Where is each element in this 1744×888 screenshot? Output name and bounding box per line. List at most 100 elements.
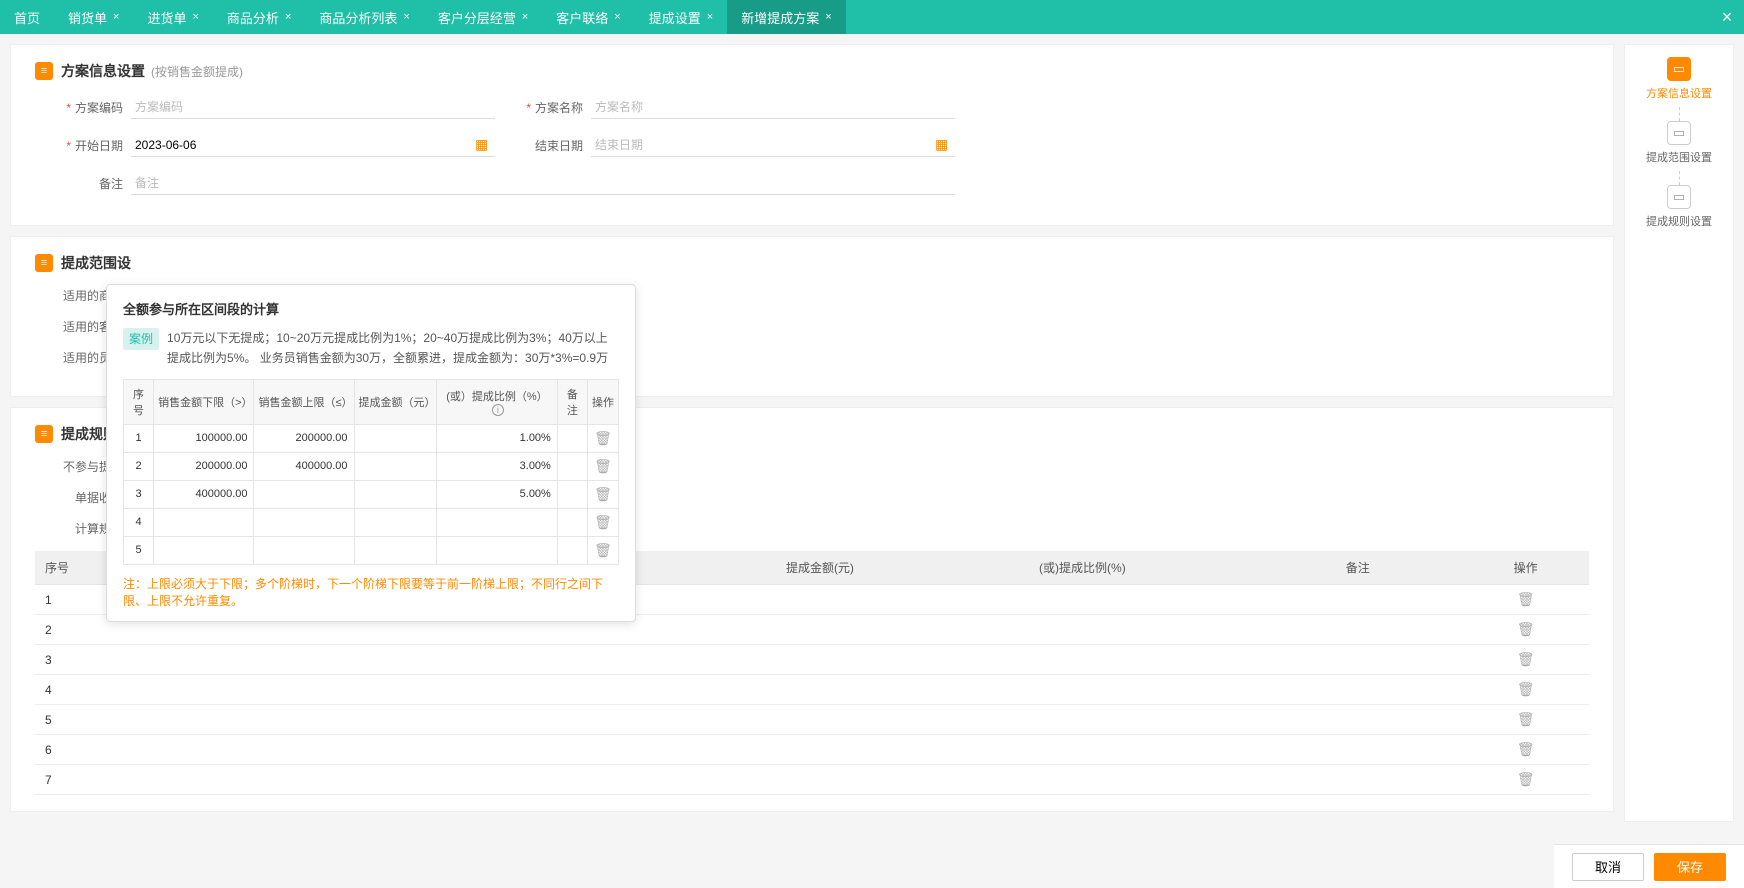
cell[interactable] — [1029, 615, 1336, 645]
cell[interactable] — [1029, 705, 1336, 735]
tab-5[interactable]: 客户分层经营× — [424, 0, 542, 34]
cell — [154, 536, 254, 564]
tab-4[interactable]: 商品分析列表 × — [305, 0, 423, 34]
tooltip-popover: 全额参与所在区间段的计算 案例 10万元以下无提成；10~20万元提成比例为1%… — [106, 284, 636, 622]
cell[interactable] — [1029, 645, 1336, 675]
cell[interactable] — [1336, 735, 1463, 765]
input-plan-name[interactable] — [591, 95, 955, 119]
cell — [557, 508, 587, 536]
delete-icon[interactable]: 🗑 — [1517, 741, 1535, 757]
close-icon[interactable]: × — [113, 11, 119, 23]
delete-icon[interactable]: 🗑 — [594, 542, 612, 558]
close-icon[interactable]: × — [707, 11, 713, 23]
delete-icon[interactable]: 🗑 — [1517, 771, 1535, 787]
delete-icon[interactable]: 🗑 — [594, 486, 612, 502]
footer-bar: 取消 保存 — [1554, 844, 1744, 888]
cell[interactable] — [776, 765, 1029, 795]
close-icon[interactable]: × — [825, 11, 831, 23]
tab-1[interactable]: 销货单× — [54, 0, 133, 34]
close-icon[interactable]: × — [403, 11, 409, 23]
step-connector — [1679, 171, 1680, 185]
cell[interactable] — [776, 585, 1029, 615]
calendar-icon[interactable]: ▦ — [475, 136, 491, 152]
col-header: 备注 — [1336, 551, 1463, 585]
cell[interactable] — [776, 615, 1029, 645]
cell — [557, 480, 587, 508]
table-row[interactable]: 4🗑 — [35, 675, 1589, 705]
table-row[interactable]: 5🗑 — [35, 705, 1589, 735]
cell[interactable] — [162, 645, 470, 675]
cell-seq: 5 — [35, 705, 162, 735]
cell[interactable] — [1336, 675, 1463, 705]
delete-icon[interactable]: 🗑 — [594, 514, 612, 530]
save-button[interactable]: 保存 — [1654, 853, 1726, 881]
tab-label: 商品分析列表 — [319, 8, 397, 27]
cell[interactable] — [469, 705, 776, 735]
cell[interactable] — [469, 645, 776, 675]
delete-icon[interactable]: 🗑 — [594, 458, 612, 474]
close-icon[interactable]: × — [614, 11, 620, 23]
tab-7[interactable]: 提成设置× — [635, 0, 727, 34]
delete-icon[interactable]: 🗑 — [1517, 651, 1535, 667]
side-nav: ▭方案信息设置 ▭提成范围设置 ▭提成规则设置 — [1624, 44, 1734, 822]
delete-icon[interactable]: 🗑 — [1517, 681, 1535, 697]
input-plan-code[interactable] — [131, 95, 495, 119]
cell[interactable] — [162, 735, 470, 765]
cell: 100000.00 — [154, 424, 254, 452]
tab-8[interactable]: 新增提成方案× — [727, 0, 845, 34]
step-connector — [1679, 107, 1680, 121]
tab-label: 首页 — [14, 8, 40, 27]
cell[interactable] — [1029, 675, 1336, 705]
input-remark[interactable] — [131, 171, 955, 195]
cell[interactable] — [1336, 645, 1463, 675]
table-row[interactable]: 6🗑 — [35, 735, 1589, 765]
cell[interactable] — [162, 705, 470, 735]
cell[interactable] — [776, 675, 1029, 705]
cell[interactable] — [776, 735, 1029, 765]
side-step-1[interactable]: ▭提成范围设置 — [1646, 121, 1712, 165]
tab-0[interactable]: 首页 — [0, 0, 54, 34]
tab-6[interactable]: 客户联络× — [542, 0, 634, 34]
table-row[interactable]: 7🗑 — [35, 765, 1589, 795]
input-end-date[interactable] — [591, 133, 955, 157]
tab-label: 进货单 — [147, 8, 186, 27]
table-row[interactable]: 3🗑 — [35, 645, 1589, 675]
cell[interactable] — [469, 675, 776, 705]
side-step-0[interactable]: ▭方案信息设置 — [1646, 57, 1712, 101]
cell[interactable] — [1029, 765, 1336, 795]
cell: 5.00% — [436, 480, 557, 508]
cancel-button[interactable]: 取消 — [1572, 853, 1644, 881]
close-all-tabs[interactable]: × — [1710, 0, 1744, 34]
cell[interactable] — [1029, 585, 1336, 615]
panel-icon: ≡ — [35, 425, 53, 443]
close-icon[interactable]: × — [522, 11, 528, 23]
close-icon[interactable]: × — [285, 11, 291, 23]
tab-3[interactable]: 商品分析× — [213, 0, 305, 34]
tab-2[interactable]: 进货单 × — [133, 0, 212, 34]
cell[interactable] — [469, 735, 776, 765]
example-text: 10万元以下无提成；10~20万元提成比例为1%；20~40万提成比例为3%；4… — [167, 328, 619, 369]
side-step-2[interactable]: ▭提成规则设置 — [1646, 185, 1712, 229]
close-icon[interactable]: × — [192, 11, 198, 23]
cell[interactable] — [469, 765, 776, 795]
cell[interactable] — [1336, 765, 1463, 795]
cell[interactable] — [776, 645, 1029, 675]
label-remark: 备注 — [99, 177, 123, 191]
cell[interactable] — [1029, 735, 1336, 765]
cell[interactable] — [162, 675, 470, 705]
tip-row: 1100000.00200000.001.00%🗑 — [124, 424, 619, 452]
panel-icon: ≡ — [35, 254, 53, 272]
cell[interactable] — [776, 705, 1029, 735]
panel-title-text: 提成范围设 — [61, 253, 131, 273]
delete-icon[interactable]: 🗑 — [1517, 711, 1535, 727]
calendar-icon[interactable]: ▦ — [935, 136, 951, 152]
delete-icon[interactable]: 🗑 — [1517, 621, 1535, 637]
delete-icon[interactable]: 🗑 — [1517, 591, 1535, 607]
cell[interactable] — [1336, 615, 1463, 645]
input-start-date[interactable] — [131, 133, 495, 157]
delete-icon[interactable]: 🗑 — [594, 430, 612, 446]
cell[interactable] — [1336, 705, 1463, 735]
info-icon: i — [492, 404, 504, 416]
cell[interactable] — [162, 765, 470, 795]
cell[interactable] — [1336, 585, 1463, 615]
